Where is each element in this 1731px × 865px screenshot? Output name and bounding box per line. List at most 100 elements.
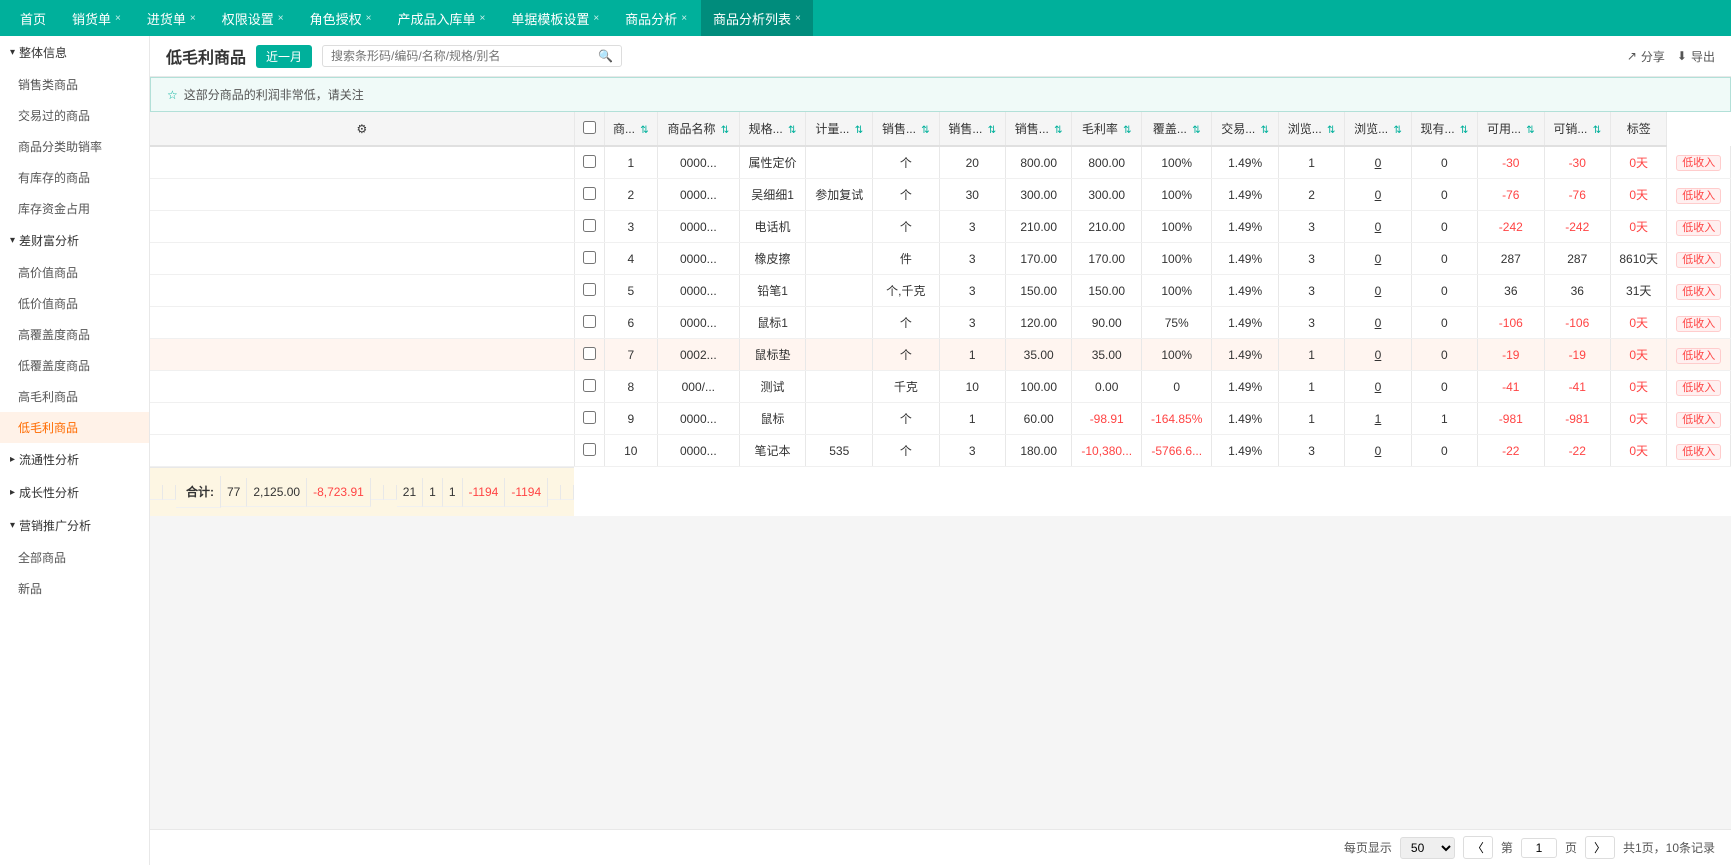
nav-item[interactable]: 进货单 ×	[135, 0, 208, 36]
export-button[interactable]: ⬇ 导出	[1677, 48, 1715, 65]
pagination-bar: 每页显示 50 100 200 〈 第 页 〉 共1页，10条记录	[150, 829, 1731, 865]
row-checkbox[interactable]	[583, 251, 596, 264]
th-trade-count: 交易... ⇅	[1212, 112, 1278, 146]
sidebar-section-header[interactable]: ▸流通性分析	[0, 443, 149, 476]
nav-close-icon[interactable]: ×	[593, 13, 599, 24]
tag-badge: 低收入	[1676, 316, 1721, 332]
nav-close-icon[interactable]: ×	[795, 13, 801, 24]
table-body: 10000...属性定价个20800.00800.00100%1.49%100-…	[150, 146, 1731, 467]
view1-link[interactable]: 1	[1375, 412, 1382, 426]
sidebar-item[interactable]: 低毛利商品	[0, 412, 149, 443]
nav-close-icon[interactable]: ×	[366, 13, 372, 24]
nav-close-icon[interactable]: ×	[190, 13, 196, 24]
next-page-button[interactable]: 〉	[1585, 836, 1615, 859]
sidebar-item[interactable]: 全部商品	[0, 542, 149, 573]
table-container: ⚙ 商... ⇅ 商品名称 ⇅ 规格... ⇅ 计量... ⇅ 销售... ⇅ …	[150, 112, 1731, 829]
th-checkbox[interactable]	[574, 112, 604, 146]
tag-badge: 低收入	[1676, 284, 1721, 300]
section-label: 营销推广分析	[19, 517, 91, 534]
page-input[interactable]	[1521, 838, 1557, 858]
table-row: 20000...吴细细1参加复试个30300.00300.00100%1.49%…	[150, 179, 1731, 211]
search-box[interactable]: 🔍	[322, 45, 622, 67]
row-checkbox[interactable]	[583, 411, 596, 424]
view1-link[interactable]: 0	[1375, 252, 1382, 266]
th-code: 商... ⇅	[604, 112, 657, 146]
content-area: 低毛利商品 近一月 🔍 ↗ 分享 ⬇ 导出 ☆ 这部分商品的利润非常低，请关注	[150, 36, 1731, 865]
table-row: 40000...橡皮擦件3170.00170.00100%1.49%300287…	[150, 243, 1731, 275]
sidebar-item[interactable]: 高价值商品	[0, 257, 149, 288]
view1-link[interactable]: 0	[1375, 444, 1382, 458]
select-all-checkbox[interactable]	[583, 121, 596, 134]
prev-page-button[interactable]: 〈	[1463, 836, 1493, 859]
row-checkbox[interactable]	[583, 315, 596, 328]
nav-item[interactable]: 商品分析 ×	[613, 0, 699, 36]
page-header: 低毛利商品 近一月 🔍 ↗ 分享 ⬇ 导出	[150, 36, 1731, 77]
share-icon: ↗	[1627, 49, 1637, 63]
sidebar-item[interactable]: 高覆盖度商品	[0, 319, 149, 350]
footer-stock-now: -1194	[463, 478, 506, 507]
view1-link[interactable]: 0	[1375, 316, 1382, 330]
row-checkbox[interactable]	[583, 155, 596, 168]
sidebar: ▾整体信息销售类商品交易过的商品商品分类助销率有库存的商品库存资金占用▾差财富分…	[0, 36, 150, 865]
row-checkbox[interactable]	[583, 379, 596, 392]
row-checkbox[interactable]	[583, 187, 596, 200]
data-table: ⚙ 商... ⇅ 商品名称 ⇅ 规格... ⇅ 计量... ⇅ 销售... ⇅ …	[150, 112, 1731, 516]
sidebar-item[interactable]: 高毛利商品	[0, 381, 149, 412]
th-coverage: 覆盖... ⇅	[1142, 112, 1212, 146]
sidebar-item[interactable]: 低价值商品	[0, 288, 149, 319]
nav-close-icon[interactable]: ×	[115, 13, 121, 24]
search-input[interactable]	[331, 49, 594, 63]
footer-view1: 1	[423, 478, 443, 507]
section-label: 流通性分析	[19, 451, 79, 468]
sidebar-item[interactable]: 有库存的商品	[0, 162, 149, 193]
view1-link[interactable]: 0	[1375, 380, 1382, 394]
sidebar-section-header[interactable]: ▾差财富分析	[0, 224, 149, 257]
view1-link[interactable]: 0	[1375, 348, 1382, 362]
date-filter-button[interactable]: 近一月	[256, 45, 312, 68]
table-row: 70002...鼠标垫个135.0035.00100%1.49%100-19-1…	[150, 339, 1731, 371]
nav-close-icon[interactable]: ×	[278, 13, 284, 24]
export-icon: ⬇	[1677, 49, 1687, 63]
th-settings[interactable]: ⚙	[150, 112, 574, 146]
nav-item[interactable]: 产成品入库单 ×	[385, 0, 497, 36]
row-checkbox[interactable]	[583, 347, 596, 360]
nav-item[interactable]: 首页	[8, 0, 58, 36]
sidebar-item[interactable]: 新品	[0, 573, 149, 604]
page-size-select[interactable]: 50 100 200	[1400, 837, 1455, 859]
sidebar-item[interactable]: 商品分类助销率	[0, 131, 149, 162]
row-checkbox[interactable]	[583, 219, 596, 232]
sidebar-item[interactable]: 库存资金占用	[0, 193, 149, 224]
view1-link[interactable]: 0	[1375, 188, 1382, 202]
table-row: 60000...鼠标1个3120.0090.0075%1.49%300-106-…	[150, 307, 1731, 339]
tag-badge: 低收入	[1676, 348, 1721, 364]
tag-badge: 低收入	[1676, 444, 1721, 460]
view1-link[interactable]: 0	[1375, 284, 1382, 298]
th-sales-amt: 销售... ⇅	[939, 112, 1005, 146]
tag-badge: 低收入	[1676, 252, 1721, 268]
view1-link[interactable]: 0	[1375, 220, 1382, 234]
sidebar-item[interactable]: 低覆盖度商品	[0, 350, 149, 381]
sidebar-section-header[interactable]: ▾整体信息	[0, 36, 149, 69]
view1-link[interactable]: 0	[1375, 156, 1382, 170]
sidebar-item[interactable]: 销售类商品	[0, 69, 149, 100]
nav-item[interactable]: 单据模板设置 ×	[499, 0, 611, 36]
nav-close-icon[interactable]: ×	[681, 13, 687, 24]
nav-item[interactable]: 角色授权 ×	[298, 0, 384, 36]
nav-close-icon[interactable]: ×	[479, 13, 485, 24]
sidebar-item[interactable]: 交易过的商品	[0, 100, 149, 131]
sidebar-section-header[interactable]: ▾营销推广分析	[0, 509, 149, 542]
nav-item[interactable]: 权限设置 ×	[210, 0, 296, 36]
table-footer: 合计: 77 2,125.00 -8,723.91 21 1 1 -1194 -…	[150, 467, 1731, 517]
nav-item[interactable]: 销货单 ×	[60, 0, 133, 36]
nav-item[interactable]: 商品分析列表 ×	[701, 0, 813, 36]
collapse-arrow-icon: ▾	[10, 47, 15, 58]
row-checkbox[interactable]	[583, 443, 596, 456]
footer-available: -1194	[505, 478, 548, 507]
search-icon[interactable]: 🔍	[598, 49, 613, 63]
share-button[interactable]: ↗ 分享	[1627, 48, 1665, 65]
th-view2: 浏览... ⇅	[1345, 112, 1411, 146]
row-checkbox[interactable]	[583, 283, 596, 296]
footer-sales-qty: 77	[221, 478, 247, 507]
sidebar-section-header[interactable]: ▸成长性分析	[0, 476, 149, 509]
tag-badge: 低收入	[1676, 155, 1721, 171]
